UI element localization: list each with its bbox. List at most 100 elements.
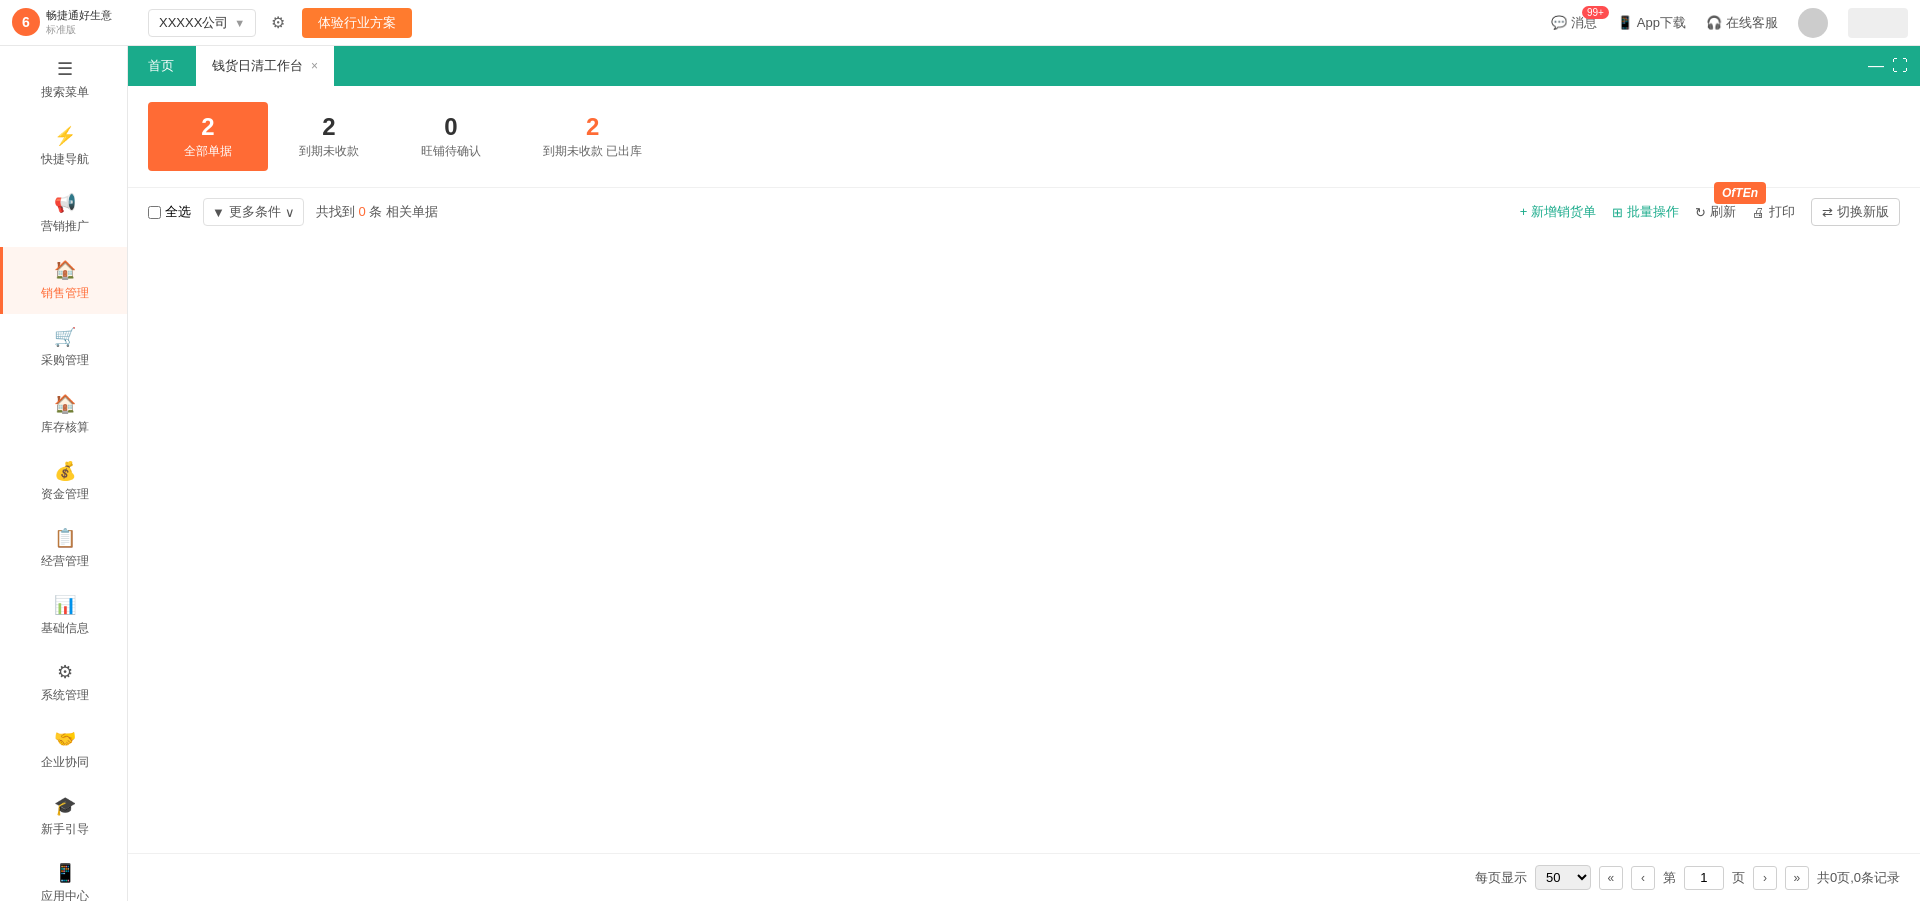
sidebar-label-marketing: 营销推广 [41, 218, 89, 235]
app-icon: 📱 [1617, 15, 1633, 30]
prev-page-btn[interactable]: ‹ [1631, 866, 1655, 890]
sidebar-label-search-menu: 搜索菜单 [41, 84, 89, 101]
tab-minimize-btn[interactable]: — [1868, 57, 1884, 75]
tab-actions: — ⛶ [1868, 57, 1920, 75]
stat-label-overdue: 到期未收款 [299, 143, 359, 160]
last-page-btn[interactable]: » [1785, 866, 1809, 890]
sidebar-item-cooperation[interactable]: 🤝 企业协同 [0, 716, 127, 783]
found-text: 共找到 0 条 相关单据 [316, 203, 438, 221]
sidebar-item-guide[interactable]: 🎓 新手引导 [0, 783, 127, 850]
sidebar-item-purchase[interactable]: 🛒 采购管理 [0, 314, 127, 381]
trial-button[interactable]: 体验行业方案 [302, 8, 412, 38]
user-name-area[interactable] [1848, 8, 1908, 38]
search-menu-icon: ☰ [57, 58, 73, 80]
sidebar-label-system: 系统管理 [41, 687, 89, 704]
sidebar-label-cooperation: 企业协同 [41, 754, 89, 771]
main-layout: ☰ 搜索菜单 ⚡ 快捷导航 📢 营销推广 🏠 销售管理 🛒 采购管理 🏠 库存核… [0, 46, 1920, 901]
sidebar-item-quick-nav[interactable]: ⚡ 快捷导航 [0, 113, 127, 180]
logo-badge: 标准版 [46, 23, 112, 37]
message-badge: 99+ [1582, 6, 1609, 19]
logo-text-area: 畅捷通好生意 标准版 [46, 8, 112, 36]
sidebar-label-sales: 销售管理 [41, 285, 89, 302]
filter-label: 更多条件 [229, 203, 281, 221]
app-download-button[interactable]: 📱 App下载 [1617, 14, 1686, 32]
print-icon: 🖨 [1752, 205, 1765, 220]
stat-card-all[interactable]: 2 全部单据 [148, 102, 268, 171]
operations-icon: 📋 [54, 527, 76, 549]
stat-num-overdue-shipped: 2 [586, 113, 599, 141]
page-suffix: 页 [1732, 869, 1745, 887]
sidebar: ☰ 搜索菜单 ⚡ 快捷导航 📢 营销推广 🏠 销售管理 🛒 采购管理 🏠 库存核… [0, 46, 128, 901]
refresh-btn[interactable]: ↻ 刷新 [1695, 203, 1736, 221]
pagination: 每页显示 50 100 200 « ‹ 第 页 › » 共0页,0条记录 [128, 853, 1920, 901]
add-sales-order-btn[interactable]: + 新增销货单 [1520, 203, 1596, 221]
switch-version-btn[interactable]: ⇄ 切换新版 [1811, 198, 1900, 226]
sales-icon: 🏠 [54, 259, 76, 281]
company-name: XXXXX公司 [159, 14, 228, 32]
online-service-label: 在线客服 [1726, 14, 1778, 32]
sidebar-item-system[interactable]: ⚙ 系统管理 [0, 649, 127, 716]
marketing-icon: 📢 [54, 192, 76, 214]
stat-card-overdue[interactable]: 2 到期未收款 [268, 102, 390, 171]
sidebar-label-guide: 新手引导 [41, 821, 89, 838]
avatar[interactable] [1798, 8, 1828, 38]
sidebar-item-app-center[interactable]: 📱 应用中心 [0, 850, 127, 901]
tab-home[interactable]: 首页 [128, 46, 194, 86]
select-all-checkbox[interactable]: 全选 [148, 203, 191, 221]
select-all-input[interactable] [148, 206, 161, 219]
inventory-icon: 🏠 [54, 393, 76, 415]
stat-card-overdue-shipped[interactable]: 2 到期未收款 已出库 [512, 102, 673, 171]
switch-label: 切换新版 [1837, 203, 1889, 221]
found-unit: 条 [369, 204, 382, 219]
tab-label: 钱货日清工作台 [212, 57, 303, 75]
table-area [128, 236, 1920, 853]
sidebar-label-basic-info: 基础信息 [41, 620, 89, 637]
sidebar-item-sales[interactable]: 🏠 销售管理 [0, 247, 127, 314]
sidebar-label-capital: 资金管理 [41, 486, 89, 503]
capital-icon: 💰 [54, 460, 76, 482]
stats-row: 2 全部单据 2 到期未收款 0 旺铺待确认 2 到期未收款 已出库 [128, 86, 1920, 187]
found-related: 相关单据 [386, 204, 438, 219]
switch-icon: ⇄ [1822, 205, 1833, 220]
tab-maximize-btn[interactable]: ⛶ [1892, 57, 1908, 75]
batch-icon: ⊞ [1612, 205, 1623, 220]
company-selector[interactable]: XXXXX公司 ▼ [148, 9, 256, 37]
sidebar-item-capital[interactable]: 💰 资金管理 [0, 448, 127, 515]
logo-text: 畅捷通好生意 [46, 8, 112, 22]
sidebar-item-basic-info[interactable]: 📊 基础信息 [0, 582, 127, 649]
settings-button[interactable]: ⚙ [264, 9, 292, 37]
filter-button[interactable]: ▼ 更多条件 ∨ [203, 198, 304, 226]
sidebar-item-marketing[interactable]: 📢 营销推广 [0, 180, 127, 247]
guide-icon: 🎓 [54, 795, 76, 817]
print-label: 打印 [1769, 203, 1795, 221]
page-content: 2 全部单据 2 到期未收款 0 旺铺待确认 2 到期未收款 已出库 [128, 86, 1920, 901]
per-page-select[interactable]: 50 100 200 [1535, 865, 1591, 890]
sidebar-item-inventory[interactable]: 🏠 库存核算 [0, 381, 127, 448]
sidebar-item-operations[interactable]: 📋 经营管理 [0, 515, 127, 582]
sidebar-item-search-menu[interactable]: ☰ 搜索菜单 [0, 46, 127, 113]
tab-close-btn[interactable]: × [311, 59, 318, 73]
refresh-label: 刷新 [1710, 203, 1736, 221]
stat-num-pending: 0 [444, 113, 457, 141]
content-area: 首页 钱货日清工作台 × — ⛶ 2 全部单据 2 到期未收款 [128, 46, 1920, 901]
basic-info-icon: 📊 [54, 594, 76, 616]
refresh-icon: ↻ [1695, 205, 1706, 220]
select-all-label: 全选 [165, 203, 191, 221]
sidebar-label-quick-nav: 快捷导航 [41, 151, 89, 168]
batch-operation-btn[interactable]: ⊞ 批量操作 [1612, 203, 1679, 221]
online-service-button[interactable]: 🎧 在线客服 [1706, 14, 1778, 32]
sidebar-label-inventory: 库存核算 [41, 419, 89, 436]
next-page-btn[interactable]: › [1753, 866, 1777, 890]
system-icon: ⚙ [57, 661, 73, 683]
top-header: 6 畅捷通好生意 标准版 XXXXX公司 ▼ ⚙ 体验行业方案 💬 消息 99+… [0, 0, 1920, 46]
first-page-btn[interactable]: « [1599, 866, 1623, 890]
message-button[interactable]: 💬 消息 99+ [1551, 14, 1597, 32]
toolbar-right: + 新增销货单 ⊞ 批量操作 ↻ 刷新 🖨 打印 ⇄ [1520, 198, 1900, 226]
quick-nav-icon: ⚡ [54, 125, 76, 147]
cooperation-icon: 🤝 [54, 728, 76, 750]
stat-card-pending[interactable]: 0 旺铺待确认 [390, 102, 512, 171]
stat-label-pending: 旺铺待确认 [421, 143, 481, 160]
tab-work-bench[interactable]: 钱货日清工作台 × [196, 46, 334, 86]
print-btn[interactable]: 🖨 打印 [1752, 203, 1795, 221]
page-input[interactable] [1684, 866, 1724, 890]
